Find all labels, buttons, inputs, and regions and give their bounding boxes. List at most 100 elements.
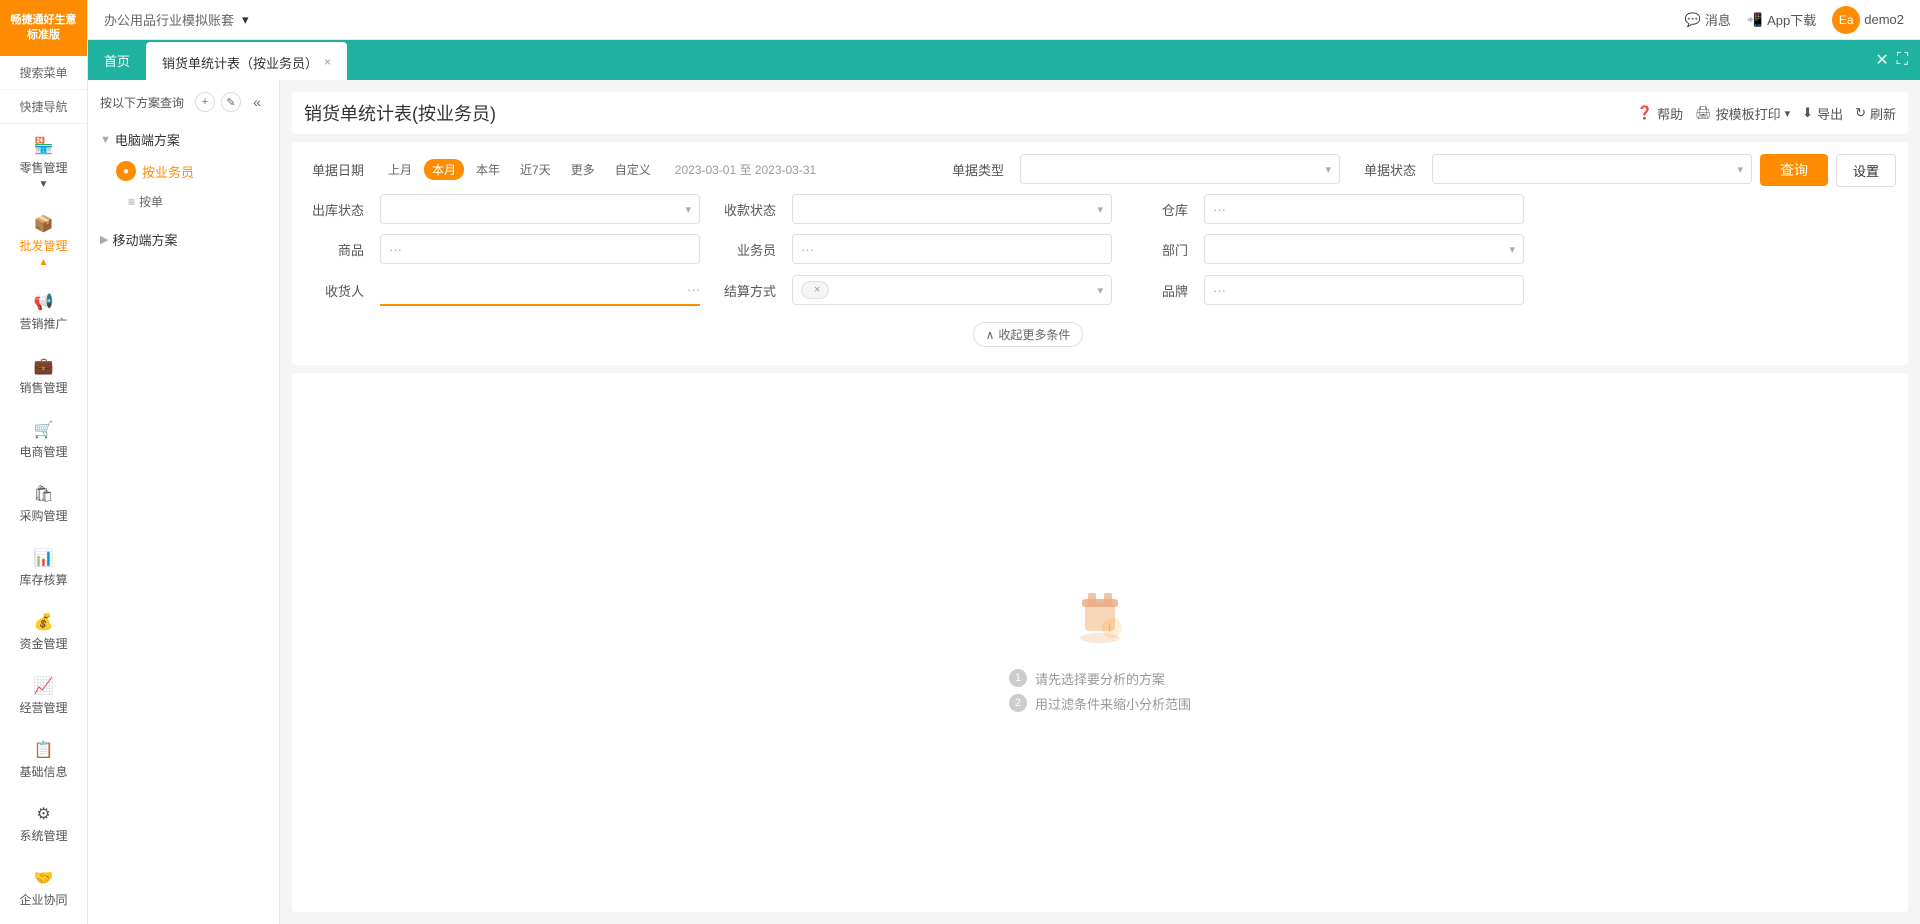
salesperson-select[interactable]: ··· [792, 234, 1112, 264]
scheme-item-by-salesperson[interactable]: ● 按业务员 [88, 155, 279, 187]
department-select[interactable]: ▾ [1204, 234, 1524, 264]
collapse-more-btn[interactable]: ∧ 收起更多条件 [973, 322, 1084, 347]
settlement-arrow: ▾ [1097, 284, 1103, 297]
chevron-right-icon: ▶ [100, 233, 108, 246]
sidebar-item-basic[interactable]: 📋 基础信息 [0, 728, 87, 792]
industry-dropdown[interactable]: ▾ [242, 12, 249, 28]
action-buttons: 查询 设置 [1760, 154, 1896, 353]
close-window-btn[interactable]: ✕ [1875, 50, 1888, 70]
settlement-tag-close[interactable]: × [814, 284, 820, 296]
sidebar-item-purchase[interactable]: 🛍 采购管理 [0, 472, 87, 536]
product-label: 商品 [304, 240, 364, 259]
basic-icon: 📋 [34, 740, 54, 760]
warehouse-select[interactable]: ··· [1204, 194, 1524, 224]
refresh-icon: ↻ [1855, 105, 1866, 121]
wholesale-icon: 📦 [34, 214, 54, 234]
sidebar-item-inventory[interactable]: 📊 库存核算 [0, 536, 87, 600]
sidebar-item-marketing[interactable]: 📢 营销推广 [0, 280, 87, 344]
download-icon: 📲 [1747, 12, 1763, 28]
query-button[interactable]: 查询 [1760, 154, 1828, 186]
payment-status-select[interactable]: ▾ [792, 194, 1112, 224]
sidebar-item-finance[interactable]: 💰 资金管理 [0, 600, 87, 664]
print-btn[interactable]: 🖨 按模板打印 ▾ [1695, 104, 1790, 123]
sidebar-item-system[interactable]: ⚙ 系统管理 [0, 792, 87, 856]
empty-tip-2: 2 用过滤条件来缩小分析范围 [1009, 694, 1191, 713]
page-header: 销货单统计表(按业务员) ❓ 帮助 🖨 按模板打印 ▾ ⬇ 导出 [292, 92, 1908, 134]
scheme-group-mobile: ▶ 移动端方案 [88, 220, 279, 259]
sidebar-item-retail[interactable]: 🏪 零售管理 ▼ [0, 124, 87, 202]
main-area: 办公用品行业模拟账套 ▾ 💬 消息 📲 App下载 Ea demo2 首页 销货… [88, 0, 1920, 924]
user-menu[interactable]: Ea demo2 [1832, 6, 1904, 34]
date-tab-this-year[interactable]: 本年 [468, 159, 508, 180]
add-scheme-btn[interactable]: + [195, 92, 215, 112]
sub-item-by-order[interactable]: ≡ 按单 [88, 187, 279, 216]
filter-row-2: 出库状态 ▾ 收款状态 ▾ 仓库 [304, 194, 1752, 224]
date-tabs: 上月 本月 本年 近7天 更多 自定义 [380, 159, 659, 180]
out-status-select[interactable]: ▾ [380, 194, 700, 224]
export-btn[interactable]: ⬇ 导出 [1802, 104, 1843, 123]
sidebar-nav: 🏪 零售管理 ▼ 📦 批发管理 ▲ 📢 营销推广 💼 销售管理 🛒 电商管理 🛍… [0, 124, 87, 924]
filter-row-1: 单据日期 上月 本月 本年 近7天 更多 自定义 20 [304, 154, 1752, 184]
maximize-btn[interactable]: ⛶ [1897, 51, 1908, 69]
filter-row-3: 商品 ··· 业务员 ··· 部门 ▾ [304, 234, 1752, 264]
doc-status-select[interactable]: ▾ [1432, 154, 1752, 184]
topbar-left: 办公用品行业模拟账套 ▾ [104, 10, 249, 29]
finance-icon: 💰 [34, 612, 54, 632]
filter-area: 单据日期 上月 本月 本年 近7天 更多 自定义 20 [292, 142, 1908, 365]
message-btn[interactable]: 💬 消息 [1685, 10, 1731, 29]
date-tab-last-month[interactable]: 上月 [380, 159, 420, 180]
sidebar-item-operation[interactable]: 📈 经营管理 [0, 664, 87, 728]
filter-section: 单据日期 上月 本月 本年 近7天 更多 自定义 20 [304, 154, 1896, 353]
brand-select[interactable]: ··· [1204, 275, 1524, 305]
empty-tip-1: 1 请先选择要分析的方案 [1009, 669, 1191, 688]
ecommerce-icon: 🛒 [34, 420, 54, 440]
empty-icon: ! [1060, 573, 1140, 653]
right-panel: 销货单统计表(按业务员) ❓ 帮助 🖨 按模板打印 ▾ ⬇ 导出 [280, 80, 1920, 924]
tab-close-icon[interactable]: × [324, 55, 331, 69]
enterprise-icon: 🤝 [34, 868, 54, 888]
recipient-dots[interactable]: ··· [687, 282, 700, 297]
chevron-down-icon: ▼ [100, 134, 111, 146]
sub-icon: ≡ [128, 195, 135, 209]
recipient-label: 收货人 [304, 281, 364, 300]
tab-sales-report[interactable]: 销货单统计表（按业务员） × [146, 42, 347, 82]
tip-num-1: 1 [1009, 669, 1027, 687]
out-status-label: 出库状态 [304, 200, 364, 219]
scheme-group-mobile-label: 移动端方案 [112, 230, 177, 249]
sidebar-item-newbie[interactable]: 🔰 新手引导 [0, 920, 87, 924]
sidebar-item-sales[interactable]: 💼 销售管理 [0, 344, 87, 408]
scheme-group-mobile-header[interactable]: ▶ 移动端方案 [88, 224, 279, 255]
collapse-panel-btn[interactable]: « [247, 92, 267, 112]
quick-nav[interactable]: 快捷导航 [0, 90, 87, 124]
sidebar-item-ecommerce[interactable]: 🛒 电商管理 [0, 408, 87, 472]
print-icon: 🖨 [1695, 105, 1712, 121]
refresh-btn[interactable]: ↻ 刷新 [1855, 104, 1896, 123]
date-control: 上月 本月 本年 近7天 更多 自定义 2023-03-01 至 2023-03… [380, 159, 928, 180]
payment-status-label: 收款状态 [716, 200, 776, 219]
tabbar-actions: ✕ ⛶ [1875, 50, 1920, 70]
sidebar-item-wholesale[interactable]: 📦 批发管理 ▲ [0, 202, 87, 280]
scheme-group-desktop-header[interactable]: ▼ 电脑端方案 [88, 124, 279, 155]
help-btn[interactable]: ❓ 帮助 [1637, 104, 1683, 123]
date-tab-7days[interactable]: 近7天 [512, 159, 559, 180]
app-download-btn[interactable]: 📲 App下载 [1747, 10, 1816, 29]
industry-title: 办公用品行业模拟账套 [104, 10, 234, 29]
recipient-input[interactable] [380, 274, 683, 304]
date-tab-more[interactable]: 更多 [563, 159, 603, 180]
settings-button[interactable]: 设置 [1836, 154, 1896, 187]
avatar: Ea [1832, 6, 1860, 34]
tabbar: 首页 销货单统计表（按业务员） × ✕ ⛶ [88, 40, 1920, 80]
date-tab-this-month[interactable]: 本月 [424, 159, 464, 180]
sidebar-item-enterprise[interactable]: 🤝 企业协同 [0, 856, 87, 920]
page-title: 销货单统计表(按业务员) [304, 100, 496, 126]
filter-row-4: 收货人 ··· 结算方式 × ▾ [304, 274, 1752, 306]
edit-scheme-btn[interactable]: ✎ [221, 92, 241, 112]
settlement-select[interactable]: × ▾ [792, 275, 1112, 305]
doc-type-select[interactable]: ▾ [1020, 154, 1340, 184]
tab-home[interactable]: 首页 [88, 40, 146, 80]
date-tab-custom[interactable]: 自定义 [607, 159, 659, 180]
chevron-icon: ▲ [39, 257, 49, 268]
search-menu[interactable]: 搜索菜单 [0, 56, 87, 90]
product-select[interactable]: ··· [380, 234, 700, 264]
scheme-group-desktop-label: 电脑端方案 [115, 130, 180, 149]
